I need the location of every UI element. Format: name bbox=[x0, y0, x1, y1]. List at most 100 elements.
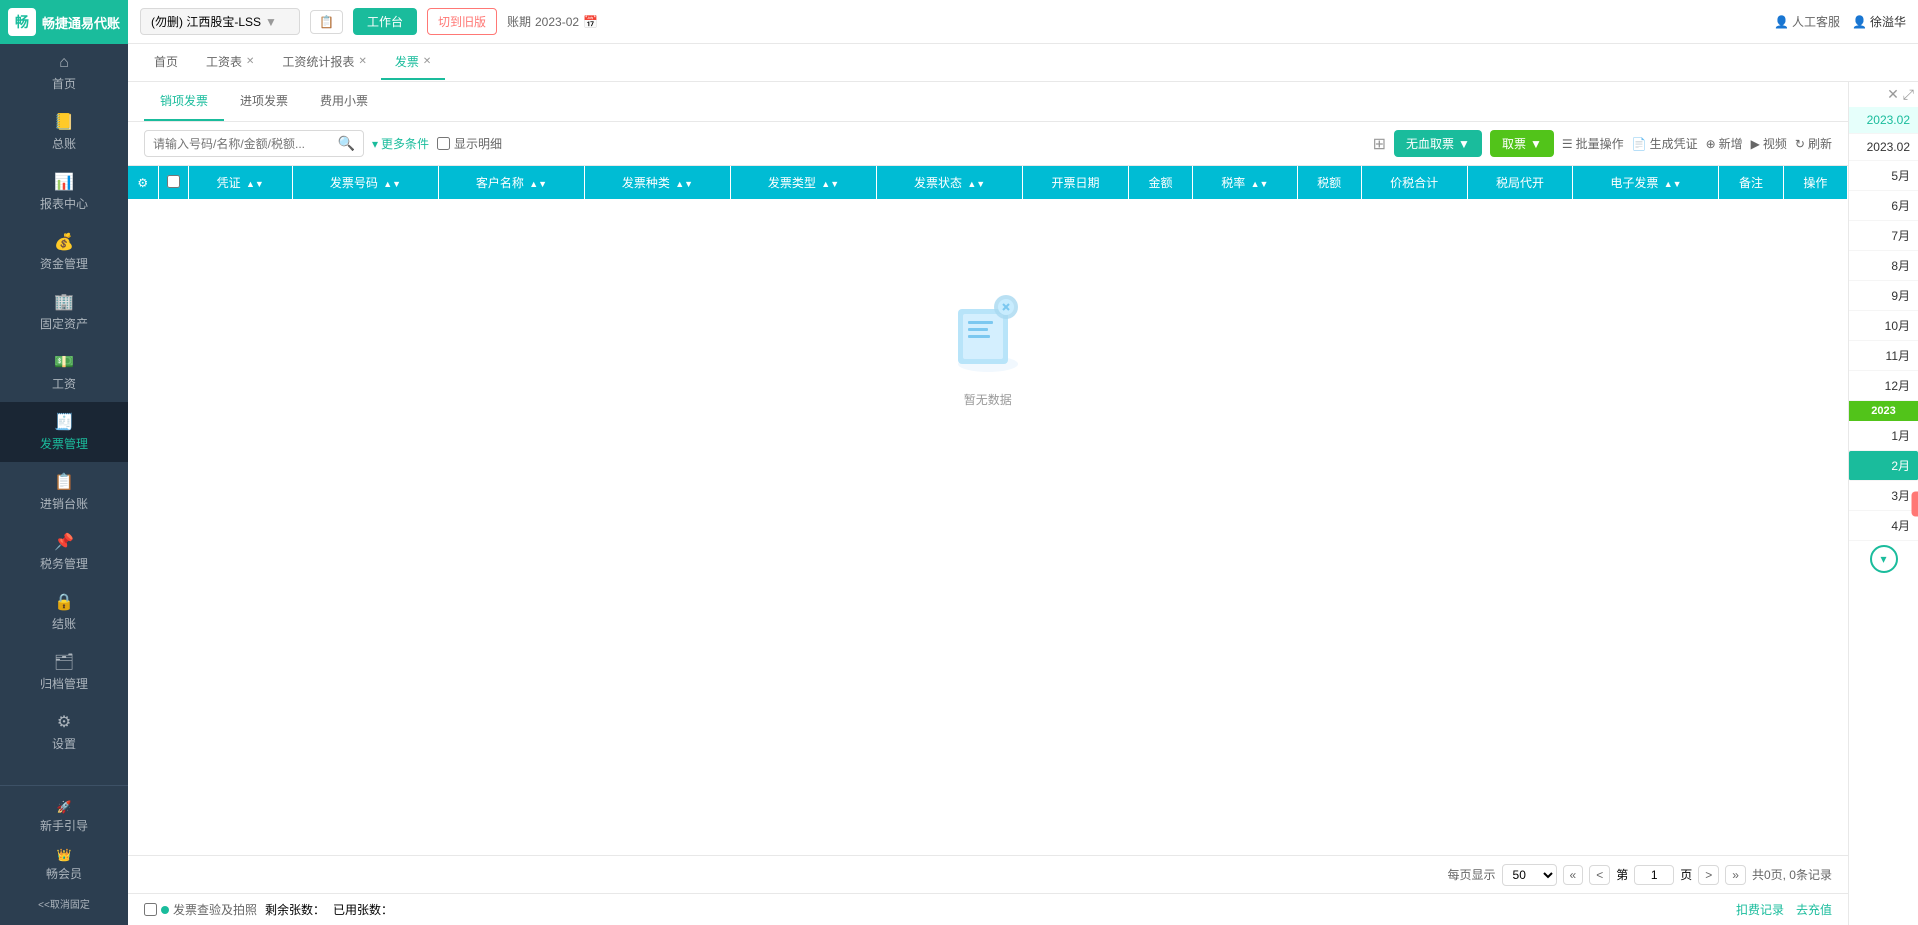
sidebar-item-funds[interactable]: 💰 资金管理 bbox=[0, 222, 128, 282]
sidebar-collapse[interactable]: <<取消固定 bbox=[4, 890, 124, 917]
close-period-icon: 🔒 bbox=[54, 592, 74, 612]
tab-close-icon[interactable]: ✕ bbox=[423, 56, 431, 67]
salary-icon: 💵 bbox=[54, 352, 74, 372]
tab-close-icon[interactable]: ✕ bbox=[358, 56, 366, 67]
batch-icon: ☰ bbox=[1562, 137, 1573, 151]
sub-tab-expense-receipt[interactable]: 费用小票 bbox=[304, 82, 384, 121]
invoice-table: ⚙ 凭证 ▲▼ 发票号码 ▲▼ 客户名称 ▲▼ 发票种类 ▲▼ 发票类型 ▲▼ … bbox=[128, 166, 1848, 488]
search-icon[interactable]: 🔍 bbox=[338, 135, 355, 152]
service-button[interactable]: 👤 人工客服 bbox=[1774, 13, 1840, 30]
date-panel-toggle[interactable]: ▾ bbox=[1870, 545, 1898, 573]
user-menu[interactable]: 👤 徐溢华 bbox=[1852, 13, 1906, 30]
date-item-5[interactable]: 5月 bbox=[1849, 161, 1918, 191]
select-all-checkbox[interactable] bbox=[167, 175, 180, 188]
show-detail-input[interactable] bbox=[437, 137, 450, 150]
col-tax-total: 价税合计 bbox=[1361, 166, 1467, 199]
date-item-12[interactable]: 12月 bbox=[1849, 371, 1918, 401]
tab-invoice[interactable]: 发票 ✕ bbox=[381, 45, 445, 80]
period-icon: 📅 bbox=[583, 15, 598, 29]
batch-button[interactable]: ☰ 批量操作 bbox=[1562, 135, 1624, 152]
workbench-button[interactable]: 工作台 bbox=[353, 8, 417, 35]
sidebar-item-sales[interactable]: 📋 进销台账 bbox=[0, 462, 128, 522]
tab-home[interactable]: 首页 bbox=[140, 45, 192, 80]
sidebar-item-home[interactable]: ⌂ 首页 bbox=[0, 44, 128, 102]
grid-icon[interactable]: ⊞ bbox=[1373, 134, 1386, 154]
date-item-2023-1[interactable]: 1月 bbox=[1849, 421, 1918, 451]
date-item-2023-02-1[interactable]: 2023.02 bbox=[1849, 107, 1918, 134]
sidebar-item-guide[interactable]: 🚀 新手引导 bbox=[4, 794, 124, 840]
recharge-link[interactable]: 去充值 bbox=[1796, 901, 1832, 918]
show-detail-checkbox[interactable]: 显示明细 bbox=[437, 135, 502, 152]
sidebar-item-label: 税务管理 bbox=[40, 555, 88, 572]
date-item-2023-3[interactable]: 3月 bbox=[1849, 481, 1918, 511]
generate-voucher-button[interactable]: 📄 生成凭证 bbox=[1632, 135, 1698, 152]
date-item-7[interactable]: 7月 bbox=[1849, 221, 1918, 251]
tab-salary-stats[interactable]: 工资统计报表 ✕ bbox=[268, 45, 380, 80]
first-page-button[interactable]: « bbox=[1563, 865, 1584, 885]
sub-tab-purchase-invoice[interactable]: 进项发票 bbox=[224, 82, 304, 121]
page-input[interactable] bbox=[1634, 865, 1674, 885]
sidebar-item-settings[interactable]: ⚙ 设置 bbox=[0, 702, 128, 762]
date-item-2023-2[interactable]: 2月 bbox=[1849, 451, 1918, 481]
date-item-2023-02-2[interactable]: 2023.02 bbox=[1849, 134, 1918, 161]
sidebar-item-invoice[interactable]: 🧾 发票管理 bbox=[0, 402, 128, 462]
company-selector[interactable]: (勿删) 江西股宝-LSS ▼ bbox=[140, 8, 300, 35]
tax-icon: 📌 bbox=[54, 532, 74, 552]
year-2023: 2023 bbox=[1849, 401, 1918, 421]
home-icon: ⌂ bbox=[59, 54, 69, 72]
page-size-select[interactable]: 50 20 100 bbox=[1502, 864, 1557, 886]
sidebar-item-label: 固定资产 bbox=[40, 315, 88, 332]
sidebar-item-reports[interactable]: 📊 报表中心 bbox=[0, 162, 128, 222]
date-item-6[interactable]: 6月 bbox=[1849, 191, 1918, 221]
sidebar: 畅 畅捷通易代账 ⌂ 首页 📒 总账 📊 报表中心 💰 资金管理 🏢 固定资产 … bbox=[0, 0, 128, 925]
date-item-11[interactable]: 11月 bbox=[1849, 341, 1918, 371]
prev-page-button[interactable]: < bbox=[1589, 865, 1610, 885]
new-button[interactable]: ⊕ 新增 bbox=[1706, 135, 1743, 152]
date-panel-close-button[interactable]: ✕ bbox=[1887, 86, 1899, 103]
refresh-button[interactable]: ↻ 刷新 bbox=[1795, 135, 1832, 152]
sidebar-item-member[interactable]: 👑 畅会员 bbox=[4, 842, 124, 888]
date-panel-expand-button[interactable]: ⤢ bbox=[1903, 86, 1914, 103]
date-item-8[interactable]: 8月 bbox=[1849, 251, 1918, 281]
company-dropdown-icon: ▼ bbox=[265, 15, 277, 29]
col-checkbox[interactable] bbox=[158, 166, 188, 199]
sidebar-item-salary[interactable]: 💵 工资 bbox=[0, 342, 128, 402]
copy-button[interactable]: 📋 bbox=[310, 10, 343, 34]
open-period-button[interactable]: 开账日期 bbox=[1912, 491, 1918, 516]
sort-icon: ▲▼ bbox=[529, 179, 547, 189]
member-icon: 👑 bbox=[57, 848, 72, 862]
col-tax-rate: 税率 ▲▼ bbox=[1193, 166, 1297, 199]
col-settings[interactable]: ⚙ bbox=[128, 166, 158, 199]
switch-version-button[interactable]: 切到旧版 bbox=[427, 8, 497, 35]
no-invoice-button[interactable]: 无血取票 ▼ bbox=[1394, 130, 1482, 157]
sidebar-item-close[interactable]: 🔒 结账 bbox=[0, 582, 128, 642]
company-name: (勿删) 江西股宝-LSS bbox=[151, 13, 261, 30]
logo-icon: 畅 bbox=[8, 8, 36, 36]
next-page-button[interactable]: > bbox=[1698, 865, 1719, 885]
date-item-10[interactable]: 10月 bbox=[1849, 311, 1918, 341]
sidebar-item-tax[interactable]: 📌 税务管理 bbox=[0, 522, 128, 582]
sidebar-item-ledger[interactable]: 📒 总账 bbox=[0, 102, 128, 162]
page-total: 共0页, 0条记录 bbox=[1752, 866, 1832, 883]
date-item-2023-4[interactable]: 4月 bbox=[1849, 511, 1918, 541]
video-button[interactable]: ▶ 视频 bbox=[1751, 135, 1787, 152]
date-panel: ✕ ⤢ 2023.02 2023.02 5月 6月 7月 8月 9月 10月 1… bbox=[1848, 82, 1918, 925]
period-label: 账期 bbox=[507, 13, 531, 30]
date-item-9[interactable]: 9月 bbox=[1849, 281, 1918, 311]
filter-button[interactable]: ▾ 更多条件 bbox=[372, 135, 429, 152]
sidebar-item-assets[interactable]: 🏢 固定资产 bbox=[0, 282, 128, 342]
sub-tab-sales-invoice[interactable]: 销项发票 bbox=[144, 82, 224, 121]
fee-record-link[interactable]: 扣费记录 bbox=[1736, 901, 1784, 918]
invoice-check-checkbox[interactable] bbox=[144, 903, 157, 916]
guide-icon: 🚀 bbox=[57, 800, 72, 814]
invoice-button[interactable]: 取票 ▼ bbox=[1490, 130, 1554, 157]
tab-label: 工资表 bbox=[206, 53, 242, 70]
sidebar-logo[interactable]: 畅 畅捷通易代账 bbox=[0, 0, 128, 44]
sidebar-item-archive[interactable]: 🗂 归档管理 bbox=[0, 642, 128, 702]
sidebar-item-label: 首页 bbox=[52, 75, 76, 92]
tab-close-icon[interactable]: ✕ bbox=[246, 56, 254, 67]
page-label: 第 bbox=[1616, 866, 1628, 883]
last-page-button[interactable]: » bbox=[1725, 865, 1746, 885]
tab-salary-table[interactable]: 工资表 ✕ bbox=[192, 45, 268, 80]
search-input[interactable] bbox=[153, 137, 334, 151]
